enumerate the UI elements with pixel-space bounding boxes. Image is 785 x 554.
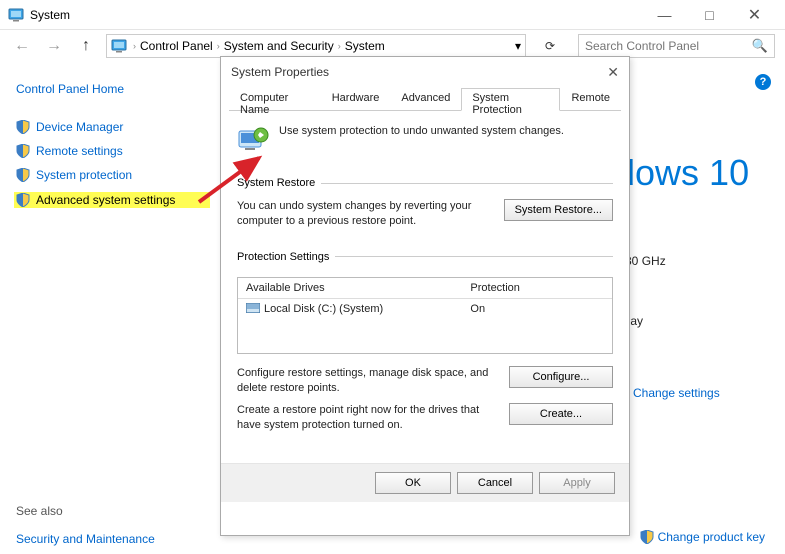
dialog-button-bar: OK Cancel Apply [221, 463, 629, 502]
configure-text: Configure restore settings, manage disk … [237, 366, 499, 396]
processor-speed: 3.30 GHz [615, 254, 765, 268]
sidebar-item-remote-settings[interactable]: Remote settings [16, 144, 210, 158]
tab-remote[interactable]: Remote [560, 88, 621, 111]
control-panel-home-link[interactable]: Control Panel Home [16, 82, 210, 96]
sidebar-item-label: Device Manager [36, 120, 123, 134]
system-restore-text: You can undo system changes by reverting… [237, 199, 494, 229]
shield-icon [16, 120, 30, 134]
spec-fragment: or [615, 296, 765, 310]
breadcrumb-bar[interactable]: › Control Panel › System and Security › … [106, 34, 526, 58]
search-input[interactable] [585, 39, 752, 53]
maximize-button[interactable]: □ [687, 1, 732, 29]
minimize-button[interactable]: — [642, 1, 687, 29]
spec-fragment: splay [615, 314, 765, 328]
sidebar-item-device-manager[interactable]: Device Manager [16, 120, 210, 134]
help-icon[interactable]: ? [755, 74, 771, 90]
change-settings-link[interactable]: Change settings [615, 386, 765, 400]
system-restore-group: System Restore You can undo system chang… [237, 177, 613, 237]
dialog-close-button[interactable]: ✕ [607, 64, 619, 81]
dialog-titlebar: System Properties ✕ [221, 57, 629, 87]
refresh-button[interactable]: ⟳ [538, 34, 562, 58]
window-title: System [30, 8, 642, 22]
protection-settings-group: Protection Settings Available Drives Pro… [237, 251, 613, 441]
search-box[interactable]: 🔍 [578, 34, 775, 58]
configure-button[interactable]: Configure... [509, 366, 613, 388]
system-protection-icon [237, 125, 269, 157]
window-titlebar: System — □ ✕ [0, 0, 785, 30]
system-icon [111, 38, 127, 54]
cancel-button[interactable]: Cancel [457, 472, 533, 494]
sidebar-item-system-protection[interactable]: System protection [16, 168, 210, 182]
system-icon [8, 7, 24, 23]
col-protection: Protection [462, 278, 612, 298]
change-product-key-link[interactable]: Change product key [640, 530, 765, 544]
sidebar-item-advanced-system-settings[interactable]: Advanced system settings [14, 192, 210, 208]
up-button[interactable]: ↑ [74, 34, 98, 58]
back-button[interactable]: ← [10, 34, 34, 58]
drive-name: Local Disk (C:) (System) [264, 303, 383, 315]
table-row[interactable]: Local Disk (C:) (System) On [238, 299, 612, 353]
tab-system-protection[interactable]: System Protection [461, 88, 560, 111]
dialog-tabs: Computer Name Hardware Advanced System P… [229, 87, 621, 111]
dialog-title: System Properties [231, 65, 329, 79]
see-also-heading: See also [16, 504, 210, 518]
ok-button[interactable]: OK [375, 472, 451, 494]
sidebar-item-label: Advanced system settings [36, 193, 175, 207]
protection-settings-legend: Protection Settings [237, 251, 335, 263]
shield-icon [640, 530, 654, 544]
dialog-intro-text: Use system protection to undo unwanted s… [279, 125, 564, 137]
chevron-down-icon[interactable]: ▾ [515, 39, 521, 53]
sidebar-item-label: Remote settings [36, 144, 123, 158]
tab-hardware[interactable]: Hardware [321, 88, 391, 111]
drive-status: On [462, 299, 612, 353]
shield-icon [16, 144, 30, 158]
tab-advanced[interactable]: Advanced [390, 88, 461, 111]
breadcrumb: › Control Panel › System and Security › … [131, 39, 385, 53]
shield-icon [16, 168, 30, 182]
sidebar-item-label: System protection [36, 168, 132, 182]
drive-icon [246, 303, 260, 313]
apply-button[interactable]: Apply [539, 472, 615, 494]
sidebar-item-security-maintenance[interactable]: Security and Maintenance [16, 532, 210, 546]
shield-icon [16, 193, 30, 207]
forward-button[interactable]: → [42, 34, 66, 58]
close-button[interactable]: ✕ [732, 1, 777, 29]
tab-computer-name[interactable]: Computer Name [229, 88, 321, 111]
system-restore-legend: System Restore [237, 177, 321, 189]
sidebar: Control Panel Home Device Manager Remote… [0, 62, 210, 554]
create-text: Create a restore point right now for the… [237, 403, 499, 433]
search-icon: 🔍 [752, 38, 768, 54]
breadcrumb-item[interactable]: System and Security [224, 39, 334, 53]
drives-table[interactable]: Available Drives Protection Local Disk (… [237, 277, 613, 354]
system-restore-button[interactable]: System Restore... [504, 199, 613, 221]
col-available-drives: Available Drives [238, 278, 462, 298]
system-properties-dialog: System Properties ✕ Computer Name Hardwa… [220, 56, 630, 536]
breadcrumb-item[interactable]: System [345, 39, 385, 53]
breadcrumb-item[interactable]: Control Panel [140, 39, 213, 53]
windows10-logo-text: dows 10 [615, 152, 765, 194]
create-button[interactable]: Create... [509, 403, 613, 425]
